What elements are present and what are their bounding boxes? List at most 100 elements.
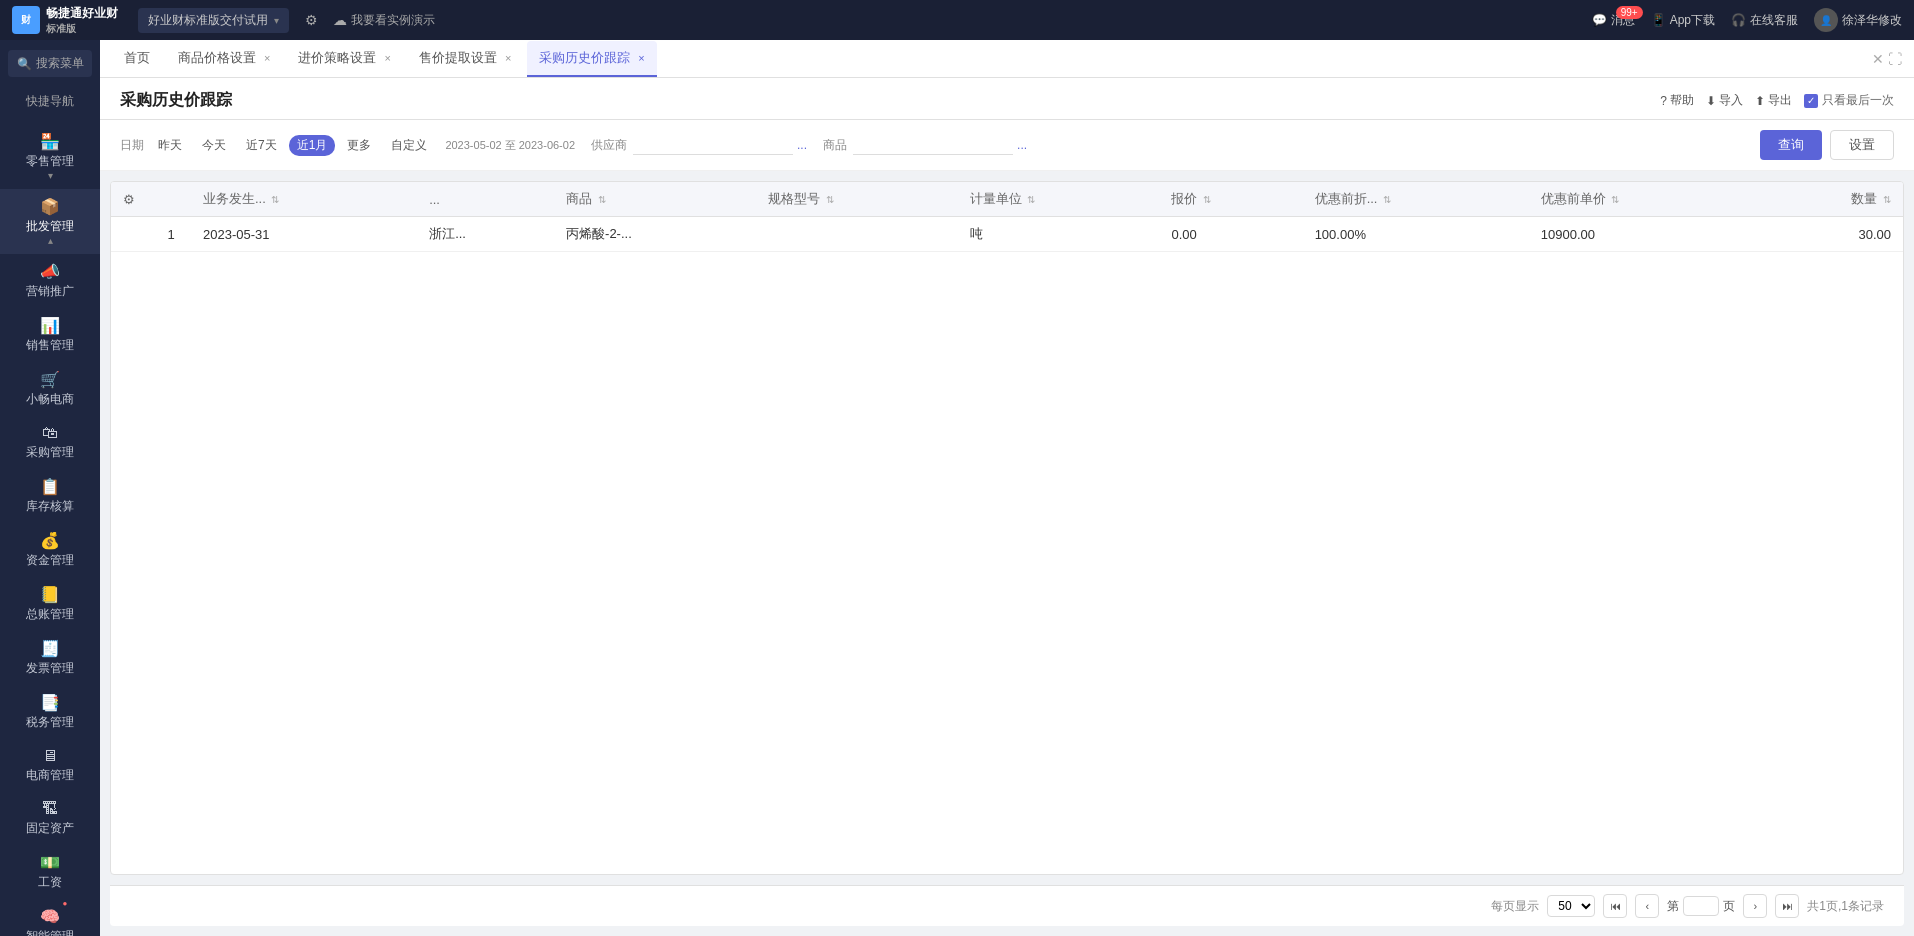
goods-more[interactable]: ...	[1017, 138, 1027, 152]
sidebar: 🔍 搜索菜单 快捷导航 🏪 零售管理 ▾ 📦 批发管理 ▴ 📣 营销推广 📊 销…	[0, 40, 100, 936]
user-profile-button[interactable]: 👤 徐泽华修改	[1814, 8, 1902, 32]
page-number-input[interactable]: 1	[1683, 896, 1719, 916]
col-goods-header[interactable]: 商品 ⇅	[554, 182, 756, 217]
col-qty-header[interactable]: 数量 ⇅	[1760, 182, 1903, 217]
page-header: 采购历史价跟踪 ? 帮助 ⬇ 导入 ⬆ 导出 ✓ 只看最后一次	[100, 78, 1914, 120]
sidebar-item-label: 采购管理	[26, 444, 74, 461]
demo-button[interactable]: ☁ 我要看实例演示	[333, 12, 435, 29]
settings-icon-btn[interactable]: ⚙	[297, 6, 325, 34]
next-page-button[interactable]: ›	[1743, 894, 1767, 918]
settings-button[interactable]: 设置	[1830, 130, 1894, 160]
sort-icon: ⇅	[1611, 194, 1619, 205]
tab-close-icon[interactable]: ×	[638, 52, 644, 64]
maximize-icon[interactable]: ⛶	[1888, 51, 1902, 67]
col-pre-price-header[interactable]: 优惠前单价 ⇅	[1529, 182, 1760, 217]
tab-purchase-history[interactable]: 采购历史价跟踪 ×	[527, 41, 656, 77]
date-option-today[interactable]: 今天	[194, 135, 234, 156]
sidebar-item-finance[interactable]: 💰 资金管理	[0, 523, 100, 577]
tab-close-icon[interactable]: ×	[384, 52, 390, 64]
online-service-button[interactable]: 🎧 在线客服	[1731, 12, 1798, 29]
window-controls: ✕ ⛶	[1872, 51, 1902, 67]
supplier-input[interactable]	[633, 136, 793, 155]
headset-icon: 🎧	[1731, 13, 1746, 27]
date-option-7days[interactable]: 近7天	[238, 135, 285, 156]
col-date-header[interactable]: 业务发生... ⇅	[191, 182, 417, 217]
goods-input[interactable]	[853, 136, 1013, 155]
export-button[interactable]: ⬆ 导出	[1755, 92, 1792, 109]
first-page-button[interactable]: ⏮	[1603, 894, 1627, 918]
filter-bar: 日期 昨天 今天 近7天 近1月 更多 自定义 2023-05-02 至 202…	[100, 120, 1914, 171]
sort-icon: ⇅	[271, 194, 279, 205]
sidebar-item-ecommerce[interactable]: 🖥 电商管理	[0, 739, 100, 792]
sidebar-item-ledger[interactable]: 📒 总账管理	[0, 577, 100, 631]
ledger-icon: 📒	[40, 585, 60, 604]
row-supplier-cell: 浙江...	[417, 217, 554, 252]
sidebar-item-inventory[interactable]: 📋 库存核算	[0, 469, 100, 523]
search-menu-button[interactable]: 🔍 搜索菜单	[8, 50, 92, 77]
sidebar-item-marketing[interactable]: 📣 营销推广	[0, 254, 100, 308]
filter-actions: 查询 设置	[1760, 130, 1894, 160]
tab-goods-price[interactable]: 商品价格设置 ×	[166, 41, 282, 77]
sidebar-item-sales[interactable]: 📊 销售管理	[0, 308, 100, 362]
sidebar-item-ecommerce-small[interactable]: 🛒 小畅电商	[0, 362, 100, 416]
sidebar-item-invoice[interactable]: 🧾 发票管理	[0, 631, 100, 685]
messages-button[interactable]: 💬 消息 99+	[1592, 12, 1635, 29]
import-label: 导入	[1719, 92, 1743, 109]
sidebar-item-retail[interactable]: 🏪 零售管理 ▾	[0, 124, 100, 189]
version-selector[interactable]: 好业财标准版交付试用 ▾	[138, 8, 289, 33]
date-filter-label: 日期	[120, 137, 144, 154]
help-label: 帮助	[1670, 92, 1694, 109]
page-title: 采购历史价跟踪	[120, 90, 232, 111]
top-bar: 财 畅捷通好业财 标准版 好业财标准版交付试用 ▾ ⚙ ☁ 我要看实例演示 💬 …	[0, 0, 1914, 40]
help-button[interactable]: ? 帮助	[1660, 92, 1694, 109]
tab-close-icon[interactable]: ×	[264, 52, 270, 64]
date-option-custom[interactable]: 自定义	[383, 135, 435, 156]
user-name: 徐泽华修改	[1842, 12, 1902, 29]
app-download-button[interactable]: 📱 App下载	[1651, 12, 1715, 29]
date-option-yesterday[interactable]: 昨天	[150, 135, 190, 156]
row-spec-cell	[756, 217, 958, 252]
sort-icon: ⇅	[1027, 194, 1035, 205]
query-button[interactable]: 查询	[1760, 130, 1822, 160]
col-price-header[interactable]: 报价 ⇅	[1159, 182, 1302, 217]
pagination-bar: 每页显示 50 ⏮ ‹ 第 1 页 › ⏭ 共1页,1条记录	[110, 885, 1904, 926]
tab-home[interactable]: 首页	[112, 41, 162, 77]
app-download-label: App下载	[1670, 12, 1715, 29]
chevron-down-icon: ▾	[274, 15, 279, 26]
close-window-icon[interactable]: ✕	[1872, 51, 1884, 67]
tab-sale-price[interactable]: 售价提取设置 ×	[407, 41, 523, 77]
sidebar-item-purchase[interactable]: 🛍 采购管理	[0, 416, 100, 469]
smart-icon: 🧠	[40, 907, 60, 926]
date-option-1month[interactable]: 近1月	[289, 135, 336, 156]
col-spec-header[interactable]: 规格型号 ⇅	[756, 182, 958, 217]
sidebar-item-smart[interactable]: ● 🧠 智能管理	[0, 899, 100, 936]
sidebar-item-fixed-assets[interactable]: 🏗 固定资产	[0, 792, 100, 845]
col-num-header	[151, 182, 191, 217]
tab-close-icon[interactable]: ×	[505, 52, 511, 64]
last-page-button[interactable]: ⏭	[1775, 894, 1799, 918]
tab-purchase-strategy[interactable]: 进价策略设置 ×	[286, 41, 402, 77]
tab-bar-end: ✕ ⛶	[1864, 51, 1902, 67]
main-layout: 🔍 搜索菜单 快捷导航 🏪 零售管理 ▾ 📦 批发管理 ▴ 📣 营销推广 📊 销…	[0, 40, 1914, 936]
supplier-more[interactable]: ...	[797, 138, 807, 152]
quick-nav[interactable]: 快捷导航	[0, 87, 100, 116]
col-unit-header[interactable]: 计量单位 ⇅	[958, 182, 1160, 217]
import-button[interactable]: ⬇ 导入	[1706, 92, 1743, 109]
tab-purchase-history-label: 采购历史价跟踪	[539, 49, 630, 67]
sidebar-item-tax[interactable]: 📑 税务管理	[0, 685, 100, 739]
col-discount-header[interactable]: 优惠前折... ⇅	[1303, 182, 1529, 217]
date-option-more[interactable]: 更多	[339, 135, 379, 156]
sidebar-item-wholesale[interactable]: 📦 批发管理 ▴	[0, 189, 100, 254]
checkbox-checked-icon: ✓	[1804, 94, 1818, 108]
logo-icon: 财	[12, 6, 40, 34]
sort-icon: ⇅	[1883, 194, 1891, 205]
per-page-select[interactable]: 50	[1547, 895, 1595, 917]
sidebar-item-label: 批发管理	[26, 218, 74, 235]
sidebar-item-label: 总账管理	[26, 606, 74, 623]
col-settings-header[interactable]: ⚙	[111, 182, 151, 217]
only-last-checkbox[interactable]: ✓ 只看最后一次	[1804, 92, 1894, 109]
col-more-header[interactable]: ...	[417, 182, 554, 217]
prev-page-button[interactable]: ‹	[1635, 894, 1659, 918]
sidebar-item-payroll[interactable]: 💵 工资	[0, 845, 100, 899]
table-header-row: ⚙ 业务发生... ⇅ ... 商品 ⇅	[111, 182, 1903, 217]
